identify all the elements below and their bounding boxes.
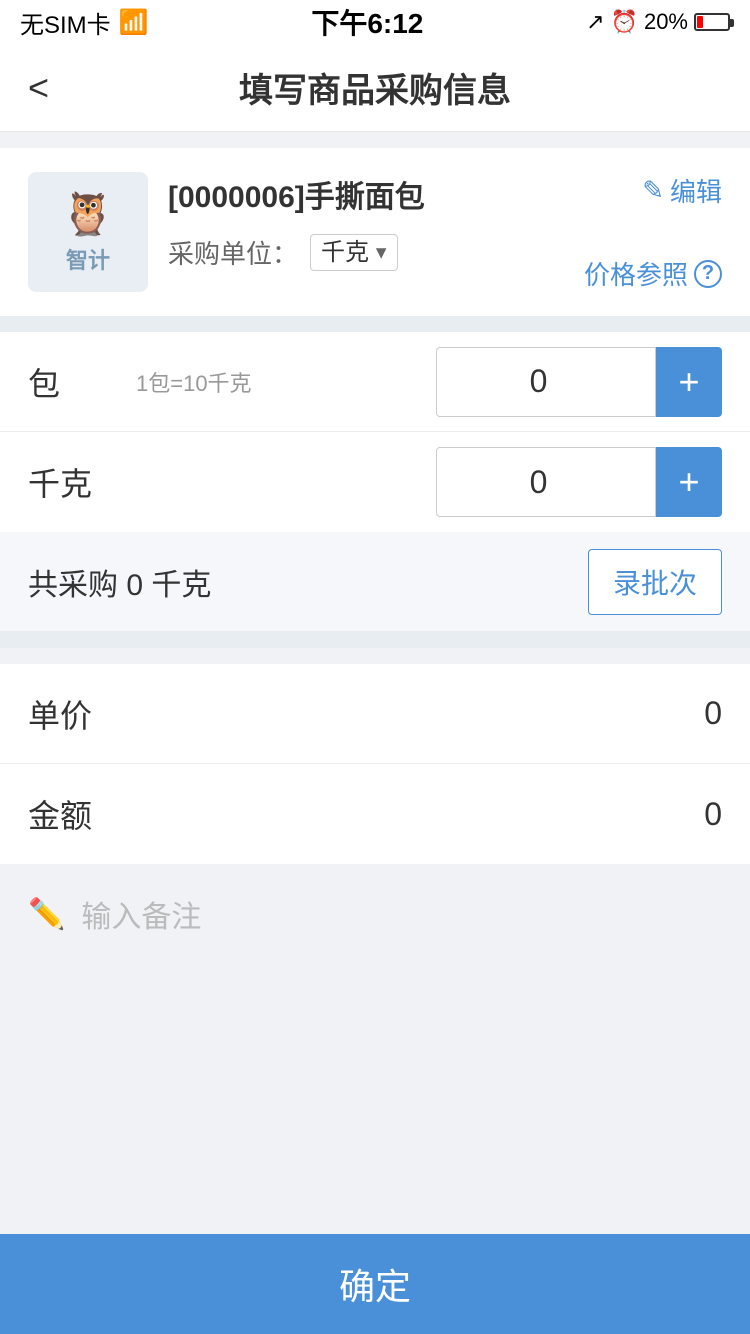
total-label: 共采购 0 千克 — [28, 560, 211, 604]
amount-value: 0 — [704, 796, 722, 833]
section-divider-1 — [0, 316, 750, 332]
alarm-icon: ⏰ — [611, 9, 638, 35]
product-logo: 🦉 智计 — [28, 172, 148, 292]
wifi-icon: 📶 — [119, 8, 149, 37]
product-card: 🦉 智计 [0000006]手撕面包 采购单位： 千克 包 ▼ ✎ 编辑 价格参… — [0, 148, 750, 316]
status-carrier: 无SIM卡 📶 — [20, 5, 149, 40]
remark-section[interactable]: ✏️ 输入备注 — [0, 864, 750, 964]
record-batch-button[interactable]: 录批次 — [588, 549, 722, 615]
info-icon: ? — [694, 260, 722, 288]
total-section: 共采购 0 千克 录批次 — [0, 532, 750, 632]
section-divider-2 — [0, 632, 750, 648]
status-right: ↗ ⏰ 20% — [586, 9, 730, 35]
kg-input-wrapper: + — [436, 447, 722, 517]
unit-label: 采购单位： — [168, 234, 298, 271]
bag-plus-button[interactable]: + — [656, 347, 722, 417]
status-time: 下午6:12 — [311, 2, 423, 42]
edit-icon: ✎ — [642, 175, 664, 206]
bag-input-row: 包 1包=10千克 + — [0, 332, 750, 432]
location-icon: ↗ — [586, 9, 604, 35]
kg-input-row: 千克 + — [0, 432, 750, 532]
unit-price-value: 0 — [704, 695, 722, 732]
unit-price-label: 单价 — [28, 691, 92, 737]
bag-sublabel: 1包=10千克 — [136, 366, 436, 398]
battery-percent: 20% — [644, 9, 688, 35]
pencil-icon: ✏️ — [28, 897, 65, 932]
status-bar: 无SIM卡 📶 下午6:12 ↗ ⏰ 20% — [0, 0, 750, 44]
nav-bar: < 填写商品采购信息 — [0, 44, 750, 132]
price-section: 单价 0 金额 0 — [0, 664, 750, 864]
edit-button[interactable]: ✎ 编辑 — [642, 172, 722, 209]
bottom-fill — [0, 964, 750, 1264]
battery-icon — [694, 13, 730, 31]
unit-select[interactable]: 千克 包 — [310, 234, 398, 271]
confirm-button[interactable]: 确定 — [0, 1234, 750, 1334]
bag-input[interactable] — [436, 347, 656, 417]
remark-placeholder: 输入备注 — [81, 892, 201, 936]
owl-icon: 🦉 — [62, 190, 114, 239]
price-ref-button[interactable]: 价格参照 ? — [584, 255, 722, 292]
kg-plus-button[interactable]: + — [656, 447, 722, 517]
product-name: [0000006]手撕面包 — [168, 172, 722, 216]
input-section: 包 1包=10千克 + 千克 + — [0, 332, 750, 532]
back-button[interactable]: < — [28, 67, 49, 109]
kg-input[interactable] — [436, 447, 656, 517]
amount-row: 金额 0 — [0, 764, 750, 864]
carrier-text: 无SIM卡 — [20, 5, 111, 40]
kg-label: 千克 — [28, 459, 128, 505]
edit-label: 编辑 — [670, 172, 722, 209]
logo-text: 智计 — [66, 243, 110, 275]
page-title: 填写商品采购信息 — [239, 63, 511, 112]
bag-label: 包 — [28, 359, 128, 405]
bag-input-wrapper: + — [436, 347, 722, 417]
unit-price-row: 单价 0 — [0, 664, 750, 764]
price-ref-label: 价格参照 — [584, 255, 688, 292]
amount-label: 金额 — [28, 791, 92, 837]
unit-select-wrapper[interactable]: 千克 包 ▼ — [310, 234, 398, 271]
